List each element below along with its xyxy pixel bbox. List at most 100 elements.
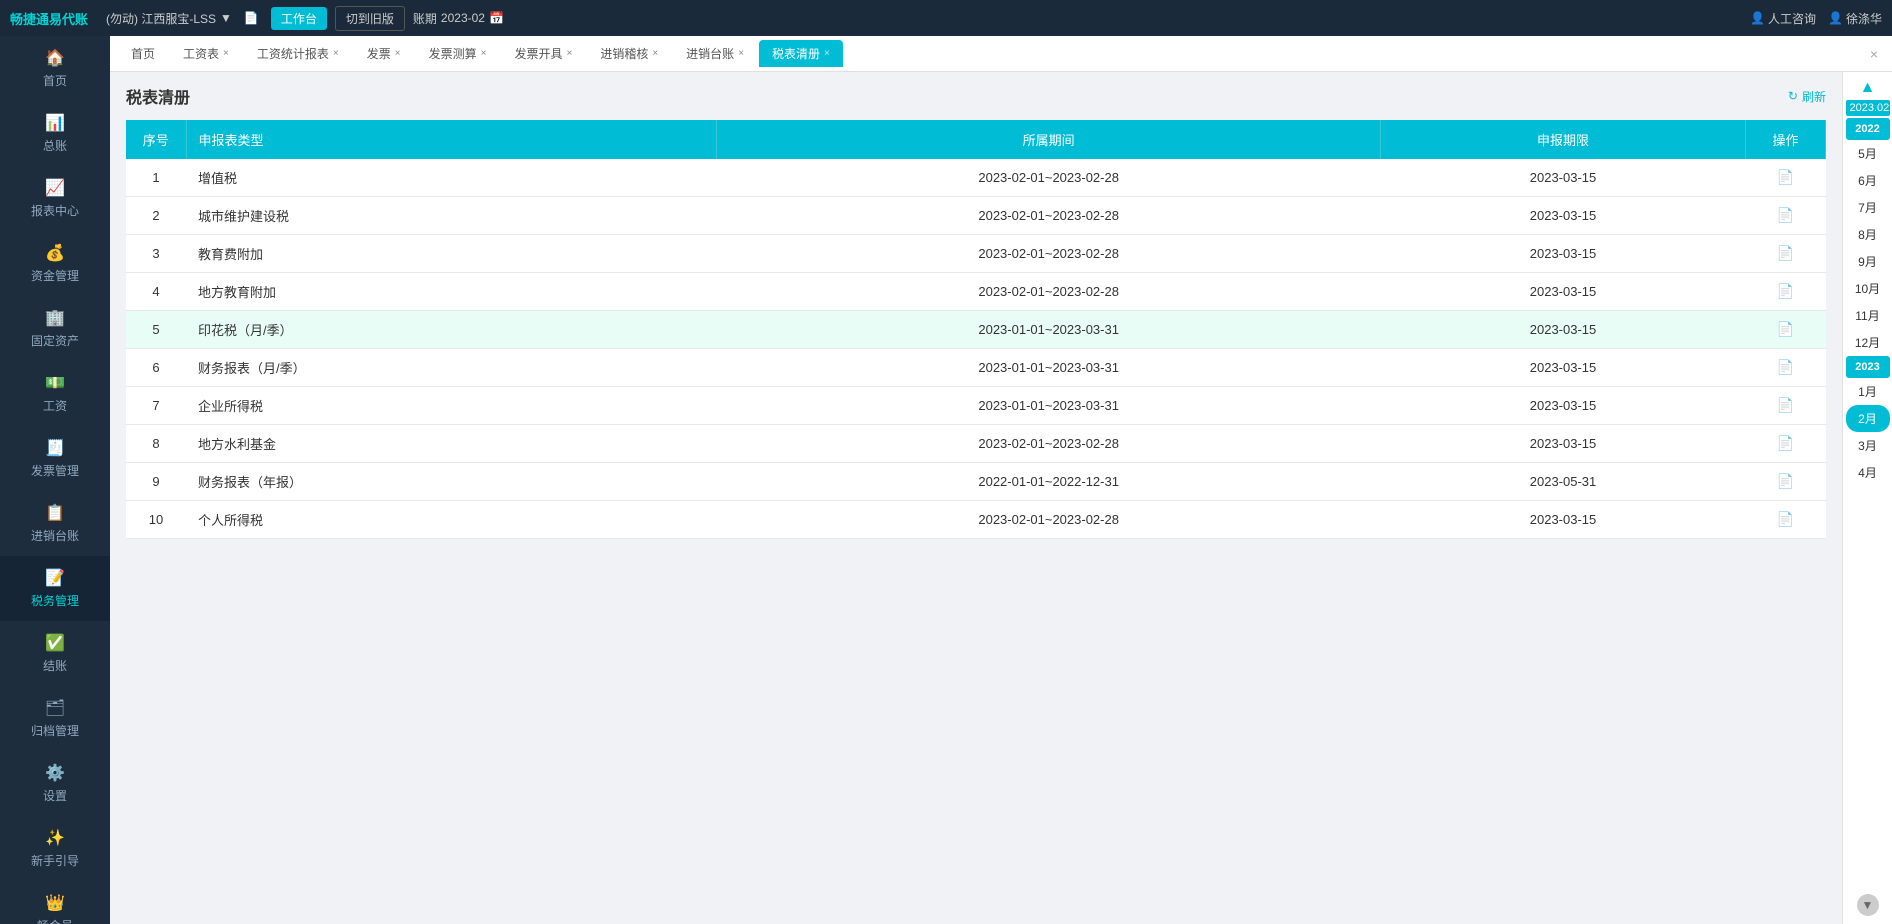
cell-deadline: 2023-03-15	[1381, 349, 1746, 387]
col-action: 操作	[1746, 120, 1826, 159]
cell-type: 地方水利基金	[186, 425, 717, 463]
user-menu[interactable]: 👤 徐涤华	[1828, 10, 1882, 27]
cell-seq: 1	[126, 159, 186, 197]
tab-label: 工资统计报表	[257, 45, 329, 62]
sidebar-item-label: 资金管理	[31, 267, 79, 284]
tab-label: 首页	[131, 45, 155, 62]
table-row: 7 企业所得税 2023-01-01~2023-03-31 2023-03-15…	[126, 387, 1826, 425]
cell-type: 教育费附加	[186, 235, 717, 273]
tab-close-icon[interactable]: ×	[223, 48, 229, 59]
tab-label: 工资表	[183, 45, 219, 62]
cell-type: 财务报表（月/季）	[186, 349, 717, 387]
cell-seq: 7	[126, 387, 186, 425]
tab-label: 发票开具	[514, 45, 562, 62]
tab-purchase-audit[interactable]: 进销稽核 ×	[587, 40, 671, 67]
action-icon[interactable]: 📄	[1777, 321, 1794, 337]
action-icon[interactable]: 📄	[1777, 511, 1794, 527]
tab-salary-report[interactable]: 工资统计报表 ×	[244, 40, 352, 67]
sidebar-item-member[interactable]: 👑 畅会员	[0, 881, 110, 924]
sidebar-item-guide[interactable]: ✨ 新手引导	[0, 816, 110, 881]
action-icon[interactable]: 📄	[1777, 169, 1794, 185]
table-row: 4 地方教育附加 2023-02-01~2023-02-28 2023-03-1…	[126, 273, 1826, 311]
sidebar-item-fund[interactable]: 💰 资金管理	[0, 231, 110, 296]
home-icon: 🏠	[45, 48, 65, 68]
tab-tax-register[interactable]: 税表清册 ×	[759, 40, 843, 67]
panel-month-item[interactable]: 6月	[1846, 167, 1890, 194]
member-icon: 👑	[45, 893, 65, 913]
panel-month-item[interactable]: 2月	[1846, 405, 1890, 432]
tab-invoice-calc[interactable]: 发票测算 ×	[416, 40, 500, 67]
company-dropdown-icon[interactable]: ▼	[220, 11, 232, 25]
all-close-button[interactable]: ×	[1864, 46, 1884, 62]
sidebar-item-label: 归档管理	[31, 722, 79, 739]
cell-seq: 3	[126, 235, 186, 273]
sidebar-item-home[interactable]: 🏠 首页	[0, 36, 110, 101]
period-calendar-icon[interactable]: 📅	[489, 11, 504, 25]
panel-month-item[interactable]: 8月	[1846, 221, 1890, 248]
tab-invoice[interactable]: 发票 ×	[354, 40, 414, 67]
sidebar-item-ledger[interactable]: 📊 总账	[0, 101, 110, 166]
tax-register-table: 序号 申报表类型 所属期间 申报期限 操作 1 增值税 2023-02-01~2…	[126, 120, 1826, 539]
sidebar-item-label: 新手引导	[31, 852, 79, 869]
asset-icon: 🏢	[45, 308, 65, 328]
panel-up-arrow[interactable]: ▲	[1857, 76, 1879, 100]
tab-salary-table[interactable]: 工资表 ×	[170, 40, 242, 67]
company-selector[interactable]: (勿动) 江西服宝-LSS ▼	[106, 10, 232, 27]
action-icon[interactable]: 📄	[1777, 397, 1794, 413]
tab-close-icon[interactable]: ×	[652, 48, 658, 59]
panel-month-item[interactable]: 12月	[1846, 329, 1890, 356]
cell-type: 印花税（月/季）	[186, 311, 717, 349]
settings-icon: ⚙️	[45, 763, 65, 783]
sidebar-item-invoice[interactable]: 🧾 发票管理	[0, 426, 110, 491]
cell-type: 个人所得税	[186, 501, 717, 539]
panel-month-item[interactable]: 3月	[1846, 432, 1890, 459]
table-row: 8 地方水利基金 2023-02-01~2023-02-28 2023-03-1…	[126, 425, 1826, 463]
sidebar-item-settings[interactable]: ⚙️ 设置	[0, 751, 110, 816]
panel-month-item[interactable]: 9月	[1846, 248, 1890, 275]
refresh-button[interactable]: ↻ 刷新	[1788, 88, 1826, 105]
panel-month-item[interactable]: 4月	[1846, 459, 1890, 486]
switch-old-button[interactable]: 切到旧版	[335, 6, 405, 31]
panel-month-item[interactable]: 1月	[1846, 378, 1890, 405]
panel-collapse-button[interactable]: ▼	[1857, 894, 1879, 916]
sidebar-item-report[interactable]: 📈 报表中心	[0, 166, 110, 231]
main-panel: 税表清册 ↻ 刷新 序号 申报表类型 所属期间 申报期限 操作	[110, 72, 1842, 924]
action-icon[interactable]: 📄	[1777, 283, 1794, 299]
tab-close-icon[interactable]: ×	[738, 48, 744, 59]
tab-close-icon[interactable]: ×	[395, 48, 401, 59]
action-icon[interactable]: 📄	[1777, 245, 1794, 261]
cell-seq: 5	[126, 311, 186, 349]
action-icon[interactable]: 📄	[1777, 359, 1794, 375]
action-icon[interactable]: 📄	[1777, 207, 1794, 223]
sidebar-item-asset[interactable]: 🏢 固定资产	[0, 296, 110, 361]
table-row: 1 增值税 2023-02-01~2023-02-28 2023-03-15 📄	[126, 159, 1826, 197]
tab-invoice-issue[interactable]: 发票开具 ×	[501, 40, 585, 67]
sidebar-item-checkout[interactable]: ✅ 结账	[0, 621, 110, 686]
tab-close-icon[interactable]: ×	[824, 48, 830, 59]
workbench-button[interactable]: 工作台	[271, 7, 327, 30]
sidebar-item-archive[interactable]: 🗂 归档管理	[0, 686, 110, 751]
page-title: 税表清册	[126, 84, 190, 108]
panel-month-item[interactable]: 10月	[1846, 275, 1890, 302]
panel-month-item[interactable]: 5月	[1846, 140, 1890, 167]
sidebar-item-salary[interactable]: 💵 工资	[0, 361, 110, 426]
tab-close-icon[interactable]: ×	[333, 48, 339, 59]
sidebar-item-purchase-sales[interactable]: 📋 进销台账	[0, 491, 110, 556]
tab-close-icon[interactable]: ×	[566, 48, 572, 59]
invoice-icon: 🧾	[45, 438, 65, 458]
action-icon[interactable]: 📄	[1777, 473, 1794, 489]
sidebar-item-tax[interactable]: 📝 税务管理	[0, 556, 110, 621]
sidebar-item-label: 设置	[43, 787, 67, 804]
cell-seq: 2	[126, 197, 186, 235]
tab-home[interactable]: 首页	[118, 40, 168, 67]
panel-month-item[interactable]: 7月	[1846, 194, 1890, 221]
consult-button[interactable]: 👤 人工咨询	[1750, 10, 1816, 27]
tab-label: 进销台账	[686, 45, 734, 62]
action-icon[interactable]: 📄	[1777, 435, 1794, 451]
cell-period: 2023-02-01~2023-02-28	[717, 197, 1381, 235]
panel-month-item[interactable]: 11月	[1846, 302, 1890, 329]
tab-close-icon[interactable]: ×	[481, 48, 487, 59]
tab-purchase-ledger[interactable]: 进销台账 ×	[673, 40, 757, 67]
cell-type: 城市维护建设税	[186, 197, 717, 235]
archive-icon: 🗂	[45, 698, 65, 718]
